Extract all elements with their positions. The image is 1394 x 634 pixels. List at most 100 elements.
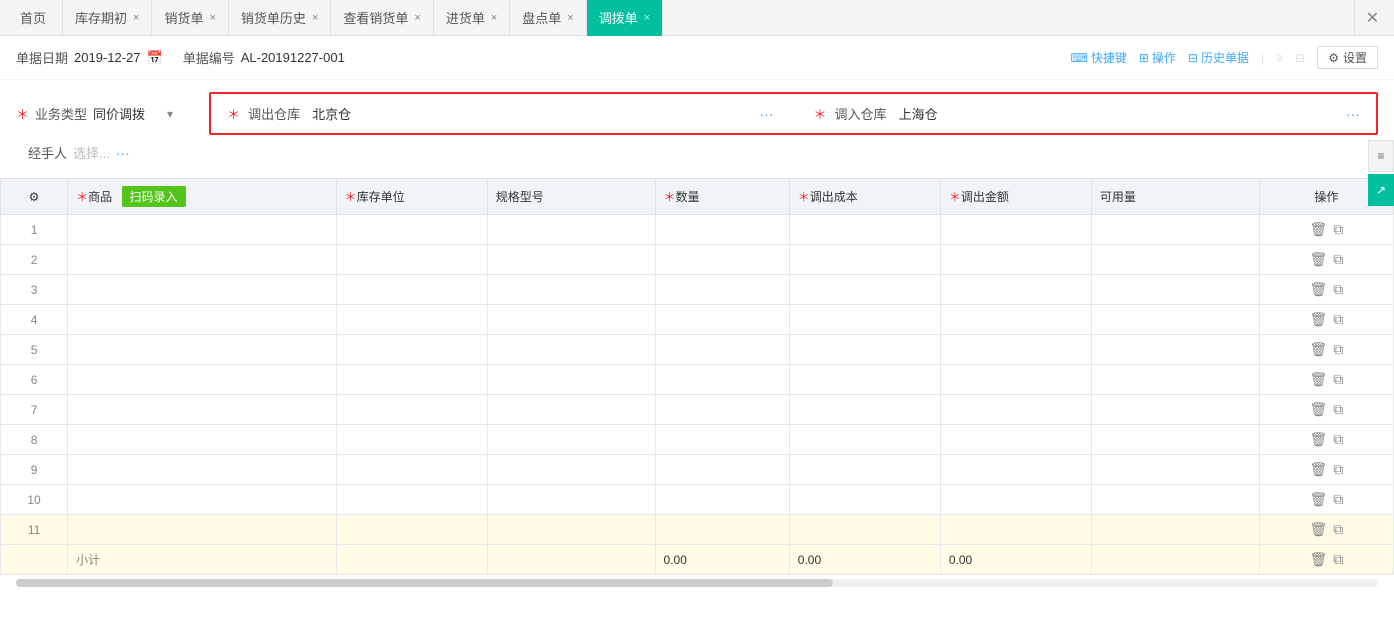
copy-icon[interactable]: ⧉ [1333,431,1343,448]
row-qty[interactable] [655,245,789,275]
row-unit[interactable] [336,305,487,335]
tab-transfer[interactable]: 调拨单× [587,0,663,36]
row-cost[interactable] [789,365,940,395]
row-unit[interactable] [336,215,487,245]
delete-icon[interactable]: 🗑 [1309,491,1327,508]
row-unit[interactable] [336,365,487,395]
copy-icon[interactable]: ⧉ [1333,521,1343,538]
row-qty[interactable] [655,305,789,335]
copy-icon[interactable]: ⧉ [1333,371,1343,388]
row-product[interactable] [68,455,337,485]
setting-button[interactable]: ⚙ 设置 [1317,46,1378,69]
row-amount[interactable] [940,365,1091,395]
subtotal-copy-icon[interactable]: ⧉ [1333,551,1343,568]
row-product[interactable] [68,395,337,425]
row-spec[interactable] [487,365,655,395]
tab-sales-order-close[interactable]: × [209,12,215,24]
row-unit[interactable] [336,455,487,485]
delete-icon[interactable]: 🗑 [1309,341,1327,358]
tab-inventory-close[interactable]: × [567,12,573,24]
row-unit[interactable] [336,275,487,305]
row-product[interactable] [68,245,337,275]
row-spec[interactable] [487,425,655,455]
tab-stock-init-close[interactable]: × [133,12,139,24]
calendar-icon[interactable]: 📅 [147,50,163,66]
row-unit[interactable] [336,245,487,275]
row-qty[interactable] [655,515,789,545]
delete-icon[interactable]: 🗑 [1309,461,1327,478]
row-product[interactable] [68,425,337,455]
delete-icon[interactable]: 🗑 [1309,401,1327,418]
row-cost[interactable] [789,215,940,245]
warehouse-out-ellipsis[interactable]: ··· [760,106,774,122]
row-cost[interactable] [789,425,940,455]
copy-icon[interactable]: ⧉ [1333,341,1343,358]
tab-sales-history[interactable]: 销货单历史× [229,0,331,36]
shortcut-button[interactable]: ⌨ 快捷键 [1071,49,1127,66]
row-cost[interactable] [789,305,940,335]
row-qty[interactable] [655,455,789,485]
delete-icon[interactable]: 🗑 [1309,521,1327,538]
tab-purchase[interactable]: 进货单× [434,0,510,36]
row-spec[interactable] [487,455,655,485]
row-unit[interactable] [336,395,487,425]
row-amount[interactable] [940,485,1091,515]
tab-view-sales-close[interactable]: × [414,12,420,24]
delete-icon[interactable]: 🗑 [1309,251,1327,268]
row-spec[interactable] [487,485,655,515]
row-qty[interactable] [655,215,789,245]
tab-inventory[interactable]: 盘点单× [510,0,586,36]
row-unit[interactable] [336,335,487,365]
tab-transfer-close[interactable]: × [644,12,650,24]
copy-icon[interactable]: ⧉ [1333,491,1343,508]
tab-purchase-close[interactable]: × [491,12,497,24]
copy-icon[interactable]: ⧉ [1333,401,1343,418]
tab-view-sales[interactable]: 查看销货单× [331,0,433,36]
delete-icon[interactable]: 🗑 [1309,431,1327,448]
row-qty[interactable] [655,425,789,455]
row-cost[interactable] [789,485,940,515]
delete-icon[interactable]: 🗑 [1309,311,1327,328]
table-settings-icon[interactable]: ⚙ [29,190,40,204]
copy-icon[interactable]: ⧉ [1333,221,1343,238]
copy-icon[interactable]: ⧉ [1333,461,1343,478]
row-product[interactable] [68,335,337,365]
row-qty[interactable] [655,275,789,305]
row-spec[interactable] [487,245,655,275]
row-spec[interactable] [487,275,655,305]
row-unit[interactable] [336,485,487,515]
row-cost[interactable] [789,515,940,545]
row-qty[interactable] [655,365,789,395]
row-unit[interactable] [336,425,487,455]
row-product[interactable] [68,365,337,395]
row-amount[interactable] [940,245,1091,275]
row-spec[interactable] [487,215,655,245]
row-amount[interactable] [940,395,1091,425]
copy-icon[interactable]: ⧉ [1333,311,1343,328]
main-close-button[interactable]: ✕ [1354,0,1390,36]
right-panel-export-btn[interactable]: ↗ [1368,174,1394,206]
row-spec[interactable] [487,515,655,545]
row-product[interactable] [68,515,337,545]
row-cost[interactable] [789,275,940,305]
row-spec[interactable] [487,395,655,425]
business-type-select[interactable]: 同价调拨 ▾ [93,104,173,123]
subtotal-delete-icon[interactable]: 🗑 [1309,551,1327,568]
delete-icon[interactable]: 🗑 [1309,281,1327,298]
tab-sales-order[interactable]: 销货单× [152,0,228,36]
operator-ellipsis[interactable]: ··· [116,145,130,161]
row-product[interactable] [68,305,337,335]
row-qty[interactable] [655,335,789,365]
row-unit[interactable] [336,515,487,545]
row-cost[interactable] [789,245,940,275]
operation-button[interactable]: ⊞ 操作 [1139,49,1176,66]
row-amount[interactable] [940,455,1091,485]
delete-icon[interactable]: 🗑 [1309,371,1327,388]
right-panel-doc-btn[interactable]: ≡ [1368,140,1394,172]
row-cost[interactable] [789,455,940,485]
row-qty[interactable] [655,485,789,515]
row-amount[interactable] [940,275,1091,305]
tab-sales-history-close[interactable]: × [312,12,318,24]
row-amount[interactable] [940,305,1091,335]
row-amount[interactable] [940,335,1091,365]
